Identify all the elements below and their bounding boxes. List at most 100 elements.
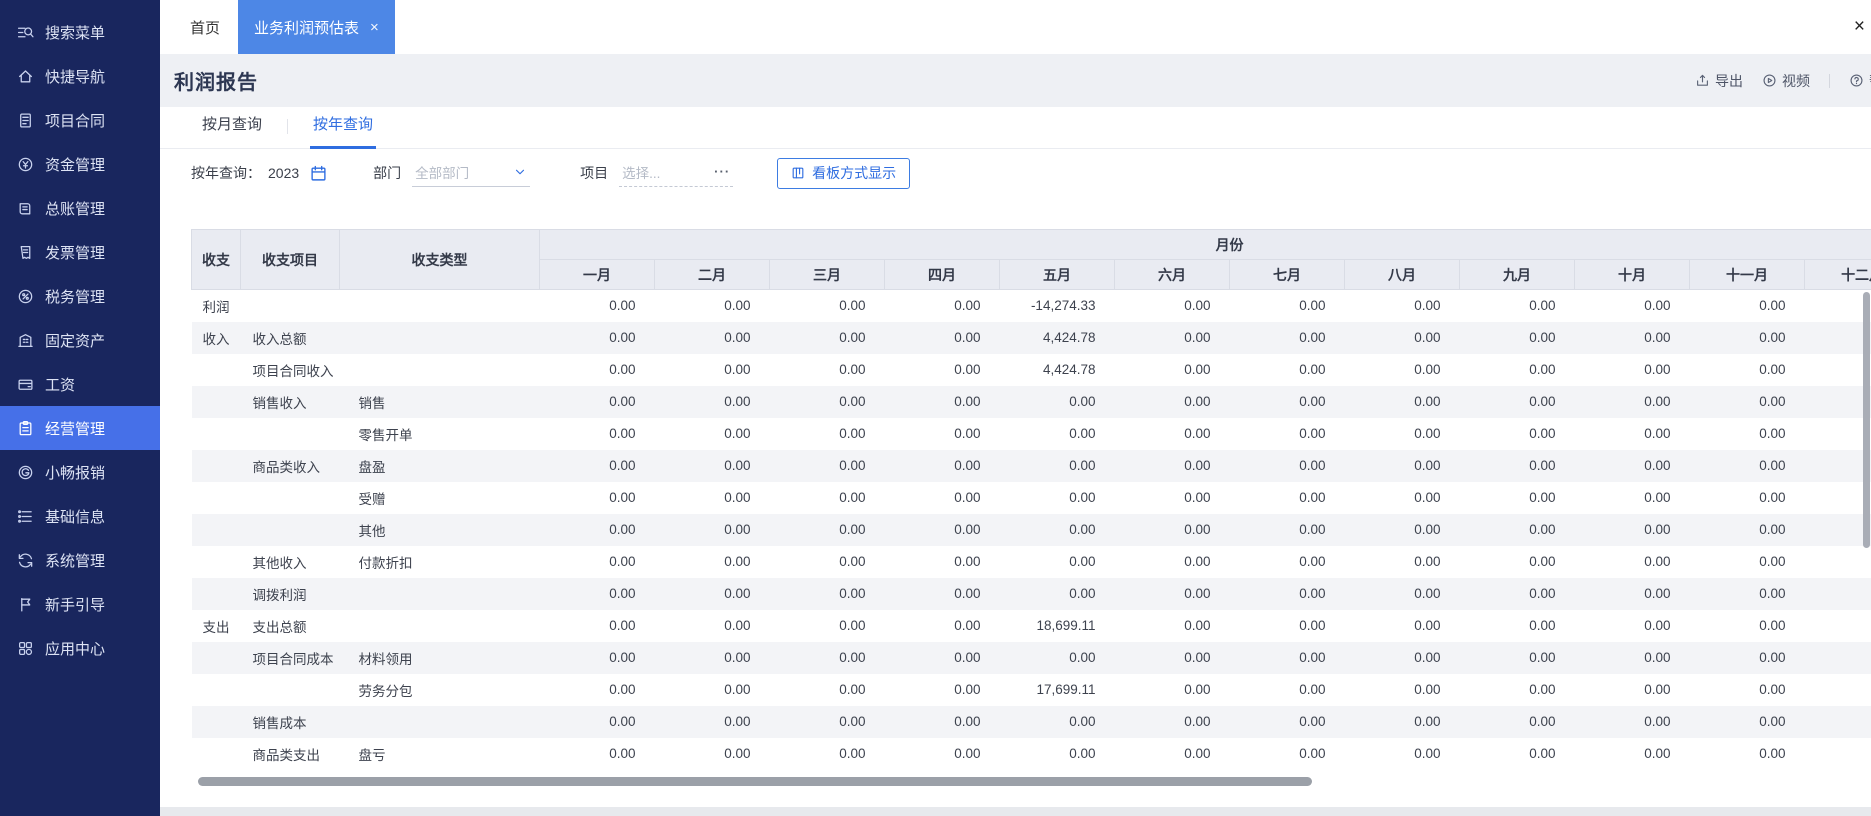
cell-value: 0.00 [954, 522, 981, 537]
cell-value: 0.00 [1644, 458, 1671, 473]
horizontal-scrollbar-thumb[interactable] [198, 777, 1312, 786]
tab-home[interactable]: 首页 [172, 0, 238, 54]
sidebar-item-system-mgmt[interactable]: 系统管理 [0, 538, 160, 582]
cell-value: 0.00 [609, 330, 636, 345]
kanban-display-button[interactable]: 看板方式显示 [777, 157, 911, 189]
month-group-header: 月份 [538, 229, 1871, 260]
view-tab-divider [287, 119, 289, 134]
tab-close-icon[interactable]: × [370, 20, 379, 35]
sidebar-item-quick-nav[interactable]: 快捷导航 [0, 54, 160, 98]
calendar-icon[interactable] [310, 165, 327, 182]
tab-query-by-month[interactable]: 按月查询 [199, 113, 265, 149]
search-icon [17, 24, 34, 41]
report-table-zone: 收支 收支项目 收支类型 月份 一月 二月 三月 四月 五月 六月 七月 八月 九月 十月 十一月十… [160, 229, 1871, 770]
cell-value: 0.00 [1299, 554, 1326, 569]
tabbar-close-icon[interactable]: × [1852, 14, 1867, 40]
cell-value: 0.00 [1805, 482, 1871, 514]
table-row: 项目合同成本 材料领用 0.00 0.00 0.00 0.00 0.00 0.00 0.00 0.… [191, 641, 1871, 674]
cell-type: 零售开单 [358, 427, 413, 443]
cell-value: 0.00 [1414, 490, 1441, 505]
sidebar-item-beginner-guide[interactable]: 新手引导 [0, 582, 160, 626]
sidebar-item-search-menu[interactable]: 搜索菜单 [0, 10, 160, 54]
help-button[interactable]: 帮 [1849, 71, 1871, 91]
cell-value: 0.00 [1805, 386, 1871, 418]
sidebar-item-label: 系统管理 [45, 552, 106, 570]
cell-type: 受赠 [358, 491, 386, 507]
cell-value: 0.00 [1069, 394, 1096, 409]
cell-item [241, 418, 340, 450]
table-row: 利润 0.00 0.00 0.00 0.00 -14,274.33 0.00 0.00 0.00… [192, 290, 1871, 322]
cell-category [192, 546, 241, 578]
cell-value: 0.00 [954, 650, 981, 665]
cell-type: 销售 [358, 395, 386, 411]
cell-value: 0.00 [1644, 714, 1671, 729]
cell-value: 0.00 [1805, 642, 1871, 674]
sidebar-item-basic-info[interactable]: 基础信息 [0, 494, 160, 538]
year-filter-label: 按年查询： [191, 165, 261, 181]
video-button[interactable]: 视频 [1762, 71, 1810, 91]
cell-value: 0.00 [1184, 618, 1211, 633]
profit-report-table: 收支 收支项目 收支类型 月份 一月 二月 三月 四月 五月 六月 七月 八月 九月 十月 十一月十… [191, 229, 1871, 770]
cell-value: 0.00 [1299, 682, 1326, 697]
cell-value: 0.00 [1644, 394, 1671, 409]
cell-value: 0.00 [1184, 714, 1211, 729]
cell-category: 利润 [202, 299, 230, 315]
footer-strip [160, 807, 1871, 816]
kanban-button-label: 看板方式显示 [812, 165, 897, 181]
cell-value: 0.00 [1414, 298, 1441, 314]
cell-value: 0.00 [1759, 426, 1786, 441]
sidebar-item-business-mgmt[interactable]: 经营管理 [0, 406, 160, 450]
cell-value: 0.00 [1805, 418, 1871, 450]
cell-value: 0.00 [1529, 650, 1556, 665]
cell-value: -14,274.33 [1030, 298, 1096, 314]
cell-value: 0.00 [724, 714, 751, 729]
tab-business-profit-forecast[interactable]: 业务利润预估表 × [238, 0, 395, 54]
tab-query-by-year[interactable]: 按年查询 [310, 113, 377, 149]
sidebar-item-tax-mgmt[interactable]: 税务管理 [0, 274, 160, 318]
cell-value: 0.00 [1529, 682, 1556, 697]
sidebar-item-app-center[interactable]: 应用中心 [0, 626, 160, 670]
cell-value: 0.00 [839, 298, 866, 314]
cell-value: 0.00 [839, 714, 866, 729]
filter-bar: 按年查询： 2023 部门 全部部门 项目 选择... ··· 看板方式显示 [160, 149, 1871, 197]
cell-value: 0.00 [1299, 714, 1326, 729]
sidebar-item-xiaochang-expense[interactable]: 小畅报销 [0, 450, 160, 494]
cell-value: 0.00 [1805, 610, 1871, 642]
funds-icon [17, 156, 34, 173]
year-filter-value[interactable]: 2023 [268, 165, 299, 181]
cell-value: 0.00 [1805, 450, 1871, 482]
cell-type [340, 578, 540, 610]
month-column-header: 六月 [1114, 259, 1230, 290]
cell-value: 0.00 [1805, 738, 1871, 770]
table-row: 销售成本 0.00 0.00 0.00 0.00 0.00 0.00 0.00 0.00 0.00… [191, 705, 1871, 738]
month-column-header: 十一月 [1689, 259, 1805, 290]
cell-value: 0.00 [724, 746, 751, 761]
project-select-placeholder: 选择... [622, 165, 661, 181]
cell-value: 0.00 [1069, 522, 1096, 537]
sidebar-item-project-contract[interactable]: 项目合同 [0, 98, 160, 142]
sidebar-item-fixed-assets[interactable]: 固定资产 [0, 318, 160, 362]
sidebar-item-label: 项目合同 [45, 112, 106, 130]
export-button[interactable]: 导出 [1695, 71, 1743, 91]
department-select-value: 全部部门 [415, 165, 470, 181]
cell-value: 0.00 [1299, 394, 1326, 409]
export-icon [1695, 73, 1710, 88]
cell-value: 0.00 [839, 522, 866, 537]
cell-category [192, 386, 241, 418]
sidebar-item-salary[interactable]: 工资 [0, 362, 160, 406]
sidebar-item-invoice-mgmt[interactable]: 发票管理 [0, 230, 160, 274]
cell-value: 0.00 [609, 746, 636, 761]
department-select[interactable]: 全部部门 [412, 160, 531, 187]
month-column-header: 四月 [884, 259, 1000, 290]
cell-value: 0.00 [724, 554, 751, 569]
contract-icon [17, 112, 34, 129]
cell-value: 0.00 [954, 362, 981, 377]
horizontal-scrollbar[interactable] [191, 777, 1871, 787]
sidebar-item-general-ledger[interactable]: 总账管理 [0, 186, 160, 230]
cell-type [340, 290, 540, 322]
vertical-scrollbar-thumb[interactable] [1863, 292, 1870, 548]
sidebar-item-funds-mgmt[interactable]: 资金管理 [0, 142, 160, 186]
ellipsis-icon[interactable]: ··· [714, 164, 730, 179]
project-select[interactable]: 选择... ··· [619, 160, 734, 187]
cell-value: 0.00 [724, 490, 751, 505]
